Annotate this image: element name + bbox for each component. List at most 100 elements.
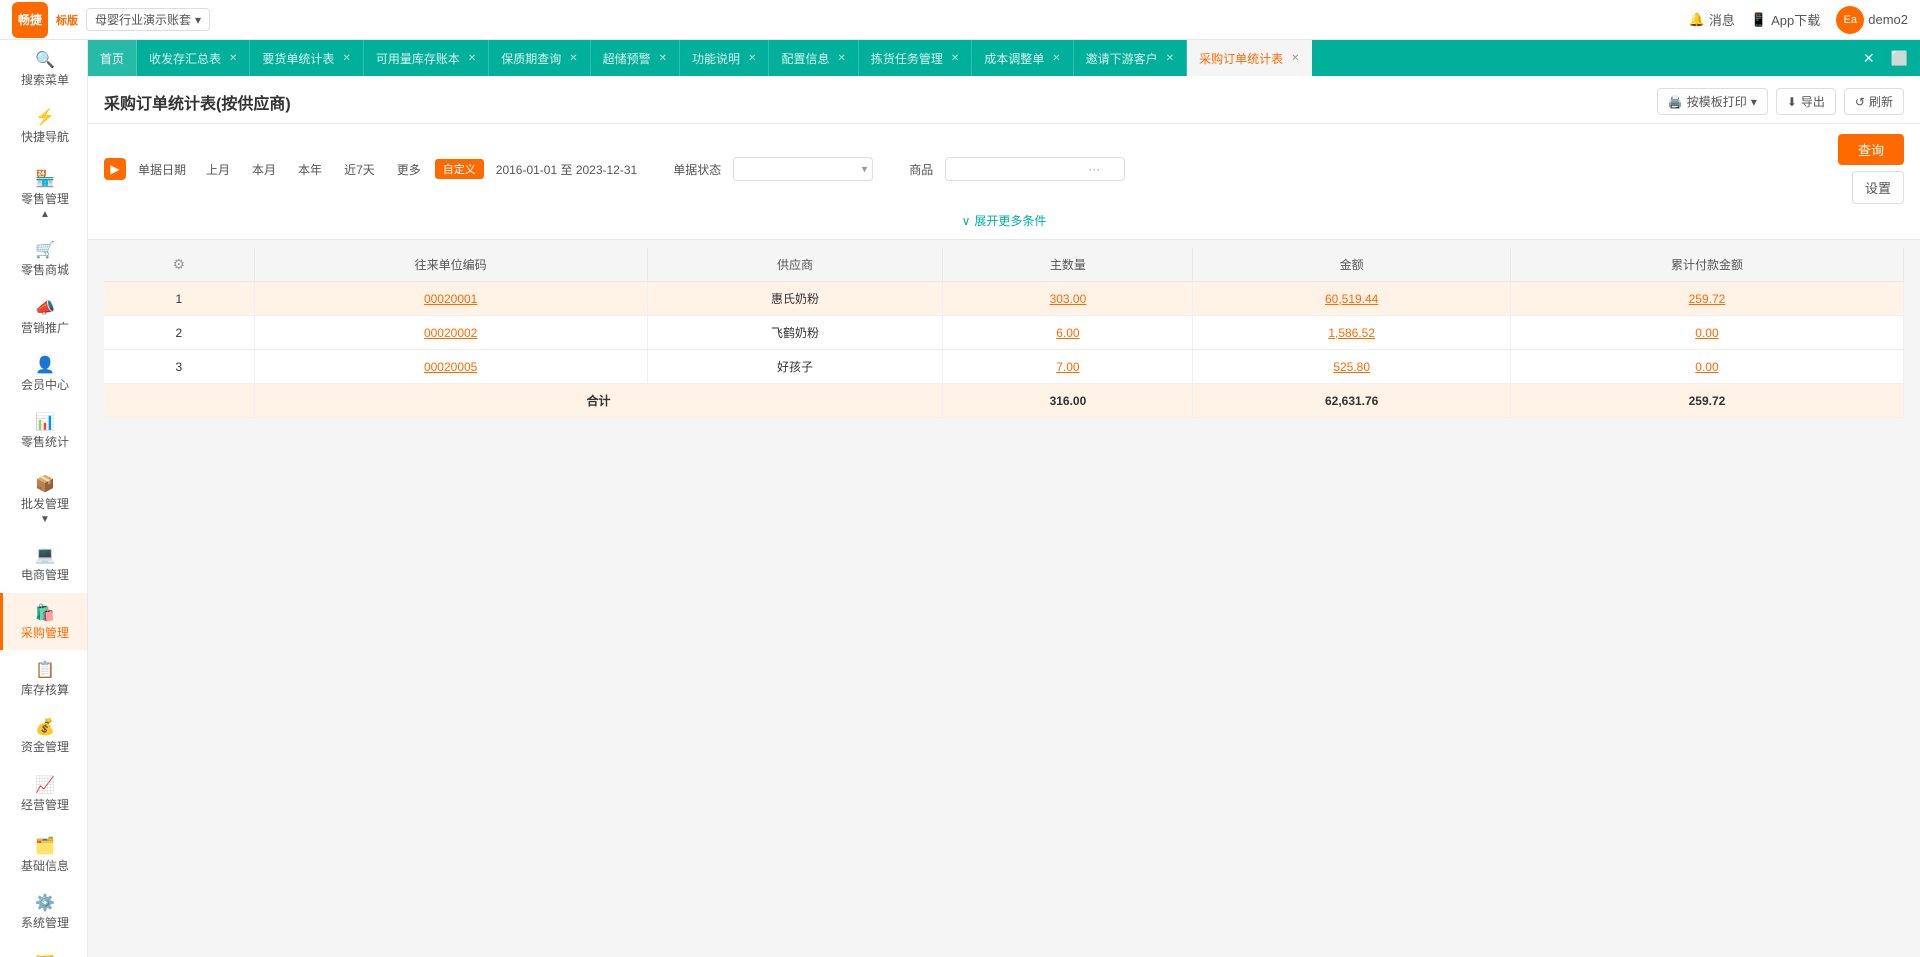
row-paid-3: 0.00 xyxy=(1510,350,1903,384)
sidebar-item-retail[interactable]: 🏪 零售管理 ▲ xyxy=(0,159,87,230)
sidebar-item-ecommerce[interactable]: 💻 电商管理 xyxy=(0,535,87,592)
footer-empty xyxy=(104,384,254,418)
th-code: 往来单位编码 xyxy=(254,248,647,282)
row-qty-link-2[interactable]: 6.00 xyxy=(1056,326,1079,340)
download-icon: 📱 xyxy=(1751,12,1767,28)
tab-close-peizhi[interactable]: ✕ xyxy=(837,53,845,64)
expand-more-btn[interactable]: ∨ 展开更多条件 xyxy=(104,212,1904,229)
filter-area: ▶ 单据日期 上月 本月 本年 近7天 更多 自定义 2016-01-01 至 … xyxy=(88,124,1920,240)
app-logo: 畅捷 xyxy=(12,2,48,38)
app-download-button[interactable]: 📱 App下载 xyxy=(1751,10,1820,29)
footer-qty: 316.00 xyxy=(943,384,1193,418)
sidebar-item-basic[interactable]: 🗂️ 基础信息 xyxy=(0,826,87,883)
sidebar-item-operations[interactable]: 📈 经营管理 xyxy=(0,765,87,822)
sidebar-item-enterprise[interactable]: 🤝 企业协同 xyxy=(0,941,87,957)
tab-yaoqing[interactable]: 邀请下游客户 ✕ xyxy=(1074,40,1187,76)
tab-shoufa[interactable]: 收发存汇总表 ✕ xyxy=(137,40,250,76)
sidebar-item-purchase[interactable]: 🛍️ 采购管理 xyxy=(0,593,87,650)
sidebar: 🔍 搜索菜单 ⚡ 快捷导航 🏪 零售管理 ▲ 🛒 零售商城 📣 营销推广 👤 会… xyxy=(0,40,88,957)
user-menu[interactable]: Ea demo2 xyxy=(1836,6,1908,34)
date-btn-last-month[interactable]: 上月 xyxy=(198,159,238,180)
row-code-link-2[interactable]: 00020002 xyxy=(424,326,477,340)
goods-input[interactable]: ··· xyxy=(945,157,1125,181)
sidebar-item-finance[interactable]: 💰 资金管理 xyxy=(0,707,87,764)
tab-chaochun[interactable]: 超储预警 ✕ xyxy=(591,40,680,76)
gear-icon: ⚙️ xyxy=(35,893,55,913)
filter-row-1: ▶ 单据日期 上月 本月 本年 近7天 更多 自定义 2016-01-01 至 … xyxy=(104,134,1904,204)
row-amount-link-2[interactable]: 1,586.52 xyxy=(1328,326,1375,340)
sidebar-item-wholesale[interactable]: 📦 批发管理 ▼ xyxy=(0,464,87,535)
row-amount-link-3[interactable]: 525.80 xyxy=(1333,360,1370,374)
tab-close-chengben[interactable]: ✕ xyxy=(1052,53,1060,64)
th-supplier: 供应商 xyxy=(647,248,943,282)
goods-more-icon[interactable]: ··· xyxy=(1088,162,1100,176)
date-custom-tag[interactable]: 自定义 xyxy=(435,159,484,179)
tab-close-yaohuo[interactable]: ✕ xyxy=(342,53,350,64)
template-print-button[interactable]: 🖨️ 按模板打印 ▾ xyxy=(1657,88,1768,115)
folder-icon: 🗂️ xyxy=(35,836,55,856)
laptop-icon: 💻 xyxy=(35,545,55,565)
tab-peizhi[interactable]: 配置信息 ✕ xyxy=(769,40,858,76)
row-no-2: 2 xyxy=(104,316,254,350)
tab-close-gongneng[interactable]: ✕ xyxy=(748,53,756,64)
tab-yaohuo[interactable]: 要货单统计表 ✕ xyxy=(250,40,363,76)
maximize-button[interactable]: ⬜ xyxy=(1887,48,1912,69)
row-code-link-1[interactable]: 00020001 xyxy=(424,292,477,306)
top-bar-right: 🔔 消息 📱 App下载 Ea demo2 xyxy=(1689,6,1908,34)
avatar: Ea xyxy=(1836,6,1864,34)
tab-caigou[interactable]: 采购订单统计表 ✕ xyxy=(1187,40,1312,76)
th-paid: 累计付款金额 xyxy=(1510,248,1903,282)
table-footer-row: 合计 316.00 62,631.76 259.72 xyxy=(104,384,1904,418)
tab-home[interactable]: 首页 xyxy=(88,40,137,76)
table-row: 1 00020001 惠氏奶粉 303.00 60,519.44 259.72 xyxy=(104,282,1904,316)
date-btn-7days[interactable]: 近7天 xyxy=(336,159,383,180)
tab-close-yaoqing[interactable]: ✕ xyxy=(1166,53,1174,64)
refresh-button[interactable]: ↺ 刷新 xyxy=(1844,88,1904,115)
row-paid-link-2[interactable]: 0.00 xyxy=(1695,326,1718,340)
row-qty-link-3[interactable]: 7.00 xyxy=(1056,360,1079,374)
settings-button[interactable]: 设置 xyxy=(1852,171,1904,204)
row-paid-link-3[interactable]: 0.00 xyxy=(1695,360,1718,374)
row-code-2: 00020002 xyxy=(254,316,647,350)
sidebar-item-shop[interactable]: 🛒 零售商城 xyxy=(0,230,87,287)
chart-icon: 📊 xyxy=(35,412,55,432)
tab-close-shoufa[interactable]: ✕ xyxy=(229,53,237,64)
gear-settings-icon: ⚙ xyxy=(173,256,186,272)
query-button[interactable]: 查询 xyxy=(1838,134,1904,165)
th-gear[interactable]: ⚙ xyxy=(104,248,254,282)
workspace-selector[interactable]: 母婴行业演示账套 ▾ xyxy=(86,8,210,31)
status-select[interactable] xyxy=(733,157,873,181)
tab-close-baozhi[interactable]: ✕ xyxy=(569,53,577,64)
date-btn-this-year[interactable]: 本年 xyxy=(290,159,330,180)
sidebar-item-retail-stat[interactable]: 📊 零售统计 xyxy=(0,402,87,459)
money-icon: 💰 xyxy=(35,717,55,737)
tab-close-kuyun[interactable]: ✕ xyxy=(468,53,476,64)
handshake-icon: 🤝 xyxy=(35,951,55,957)
messages-button[interactable]: 🔔 消息 xyxy=(1689,10,1735,29)
tab-close-pihuo[interactable]: ✕ xyxy=(951,53,959,64)
row-amount-link-1[interactable]: 60,519.44 xyxy=(1325,292,1378,306)
tab-baozhi[interactable]: 保质期查询 ✕ xyxy=(489,40,590,76)
sidebar-item-system[interactable]: ⚙️ 系统管理 xyxy=(0,883,87,940)
tab-chengben[interactable]: 成本调整单 ✕ xyxy=(972,40,1073,76)
row-code-link-3[interactable]: 00020005 xyxy=(424,360,477,374)
export-button[interactable]: ⬇ 导出 xyxy=(1776,88,1836,115)
goods-label: 商品 xyxy=(909,161,933,178)
sidebar-item-inventory[interactable]: 📋 库存核算 xyxy=(0,650,87,707)
tab-pihuo[interactable]: 拣货任务管理 ✕ xyxy=(859,40,972,76)
table-area: ⚙ 往来单位编码 供应商 主数量 金额 累计付款金额 1 00020001 惠氏 xyxy=(88,240,1920,957)
close-window-button[interactable]: ✕ xyxy=(1859,48,1879,69)
tab-close-chaochun[interactable]: ✕ xyxy=(659,53,667,64)
sidebar-item-quicknav[interactable]: ⚡ 快捷导航 xyxy=(0,97,87,154)
tab-kuyun[interactable]: 可用量库存账本 ✕ xyxy=(364,40,489,76)
tab-gongneng[interactable]: 功能说明 ✕ xyxy=(680,40,769,76)
sidebar-item-member[interactable]: 👤 会员中心 xyxy=(0,345,87,402)
sidebar-item-search[interactable]: 🔍 搜索菜单 xyxy=(0,40,87,97)
tab-close-caigou[interactable]: ✕ xyxy=(1291,53,1299,64)
toggle-arrow[interactable]: ▶ xyxy=(104,158,126,180)
date-btn-this-month[interactable]: 本月 xyxy=(244,159,284,180)
sidebar-item-marketing[interactable]: 📣 营销推广 xyxy=(0,288,87,345)
row-paid-link-1[interactable]: 259.72 xyxy=(1689,292,1726,306)
row-qty-link-1[interactable]: 303.00 xyxy=(1050,292,1087,306)
date-btn-more[interactable]: 更多 xyxy=(389,159,429,180)
